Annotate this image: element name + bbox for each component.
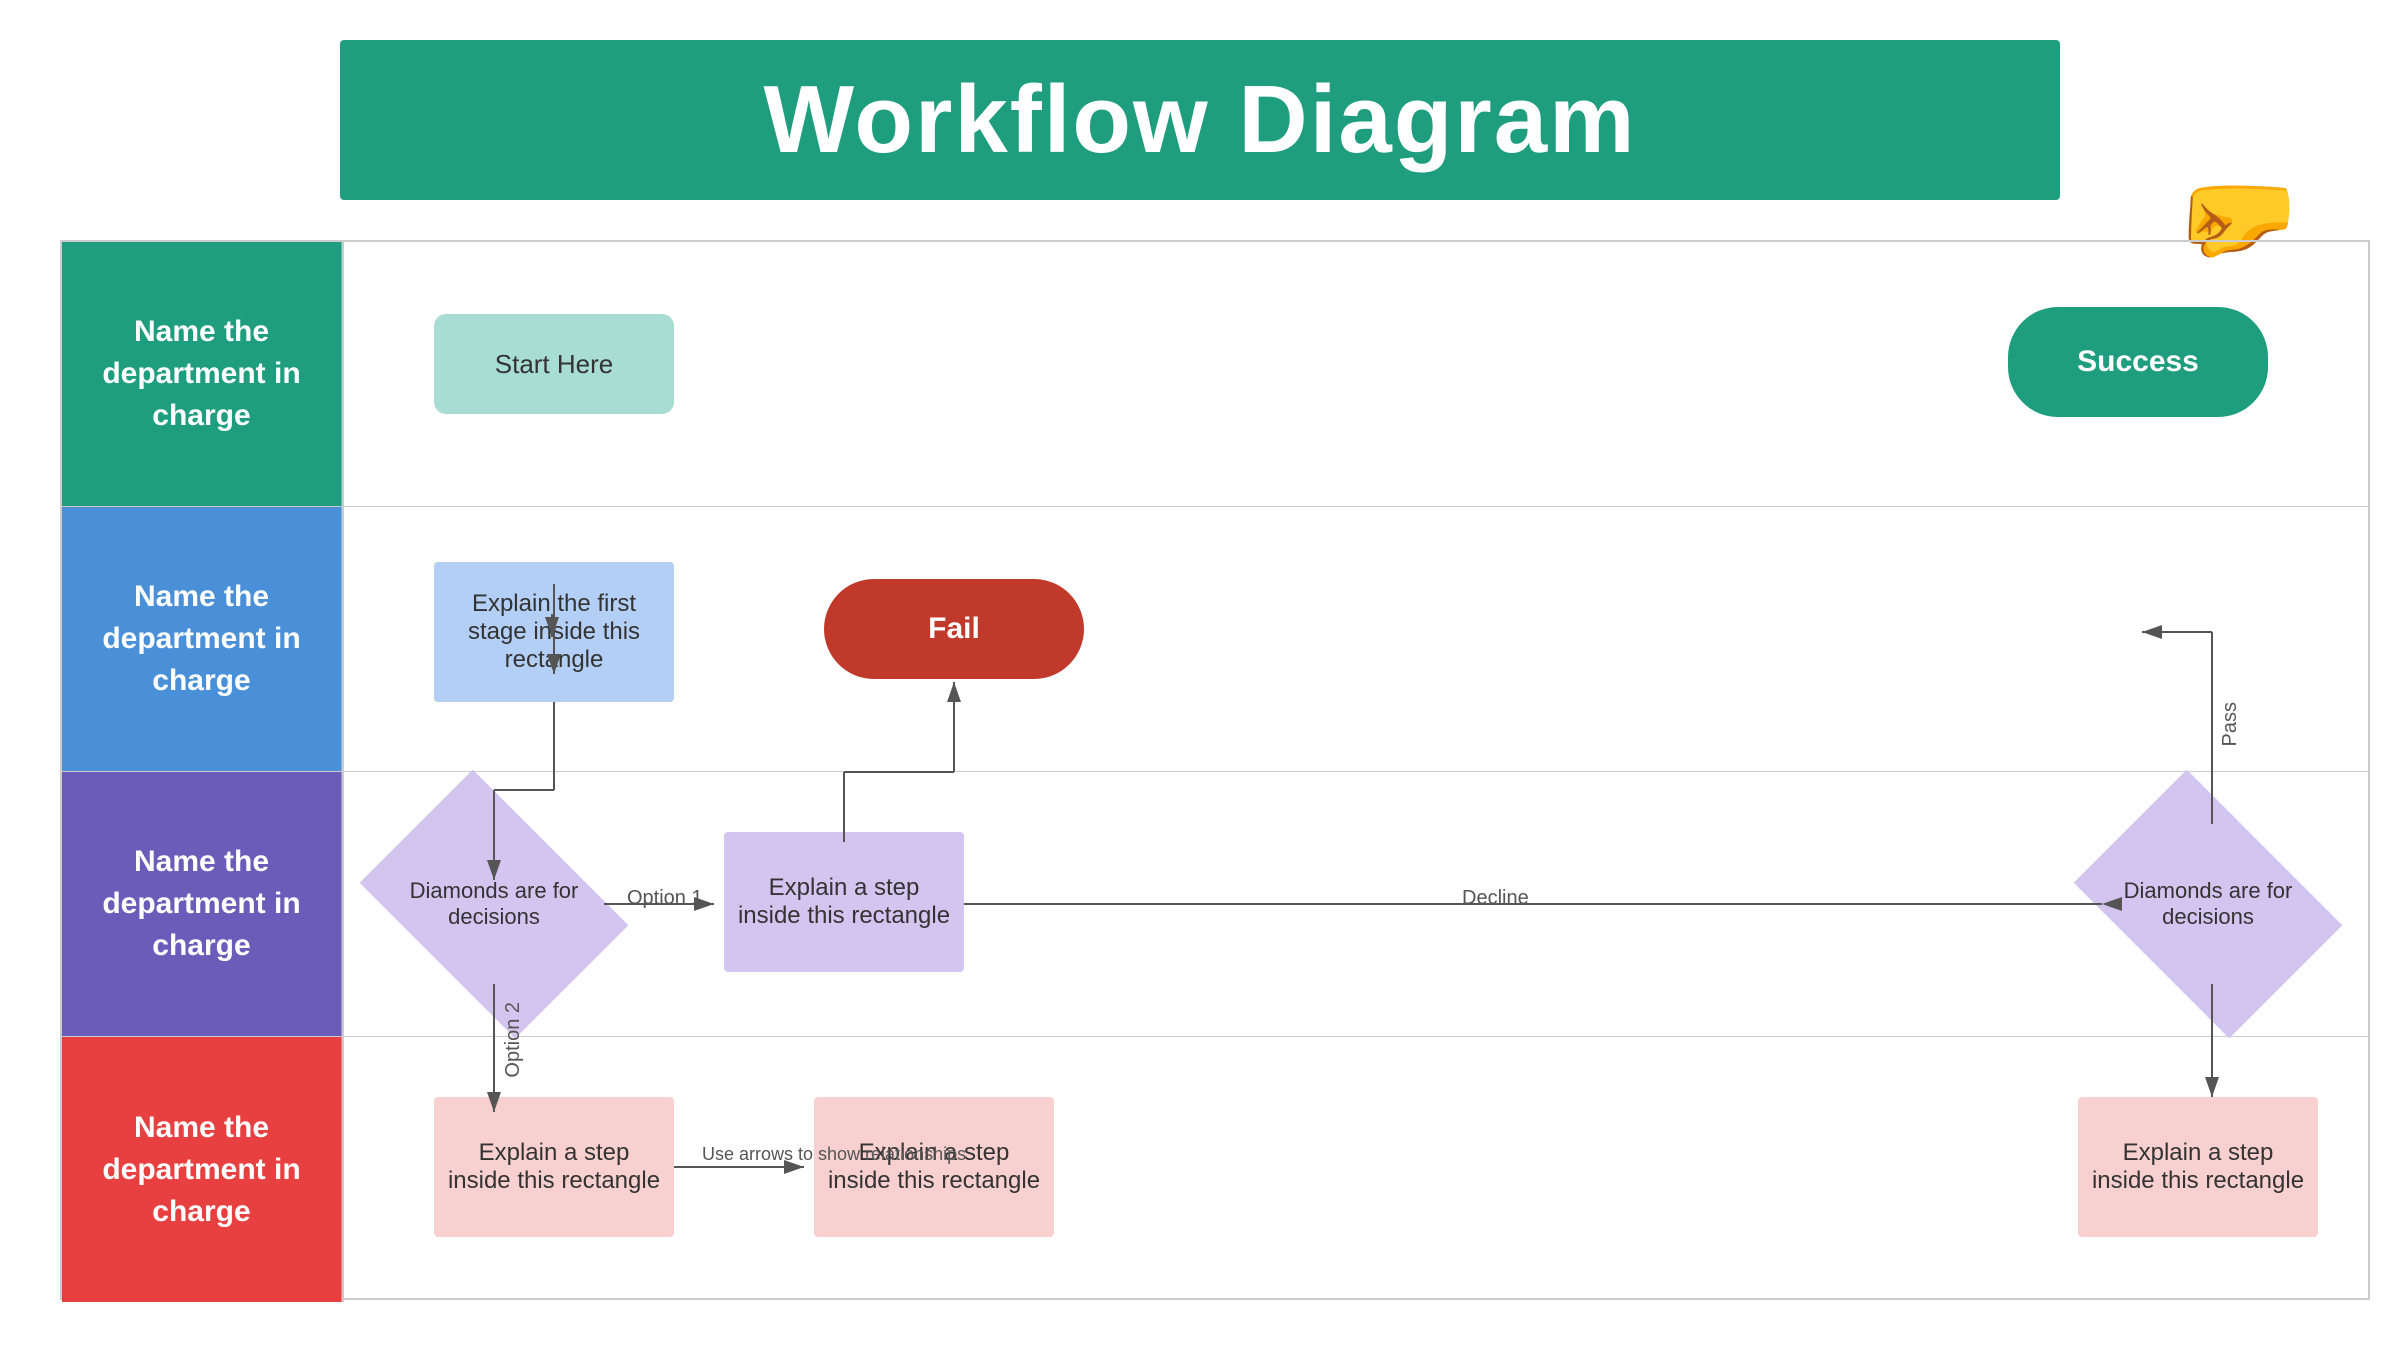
step-rect-1: Explain a step inside this rectangle bbox=[724, 832, 964, 972]
step-pink-3: Explain a step inside this rectangle bbox=[2078, 1097, 2318, 1237]
start-here-shape: Start Here bbox=[434, 314, 674, 414]
diamond-2-wrapper: Diamonds are fordecisions bbox=[2088, 814, 2328, 994]
step-pink-1: Explain a step inside this rectangle bbox=[434, 1097, 674, 1237]
lane-3-label: Name thedepartment in charge bbox=[62, 772, 342, 1036]
pass-label: Pass bbox=[2219, 702, 2242, 746]
lane-2-label: Name thedepartment in charge bbox=[62, 507, 342, 771]
lane-1-label: Name thedepartment in charge bbox=[62, 242, 342, 506]
lane-4-label: Name thedepartment in charge bbox=[62, 1037, 342, 1302]
lane-1: Name thedepartment in charge Start Here … bbox=[62, 242, 2368, 507]
lane-3: Name thedepartment in charge Diamonds ar… bbox=[62, 772, 2368, 1037]
fail-shape: Fail bbox=[824, 579, 1084, 679]
step-pink-2: Explain a step inside this rectangle bbox=[814, 1097, 1054, 1237]
option2-label: Option 2 bbox=[502, 1002, 525, 1078]
lane-4: Name thedepartment in charge Explain a s… bbox=[62, 1037, 2368, 1302]
diamond-2 bbox=[2074, 770, 2343, 1039]
page-wrapper: Workflow Diagram 🤜 Name thedepartment in… bbox=[0, 0, 2400, 1350]
use-arrows-label: Use arrows to show relationships bbox=[702, 1144, 966, 1165]
lane-2: Name thedepartment in charge Explain the… bbox=[62, 507, 2368, 772]
first-stage-rect: Explain the first stage inside this rect… bbox=[434, 562, 674, 702]
diamond-1-wrapper: Diamonds are fordecisions bbox=[374, 814, 614, 994]
diagram-container: Name thedepartment in charge Start Here … bbox=[60, 240, 2370, 1300]
lane-1-content: Start Here Success bbox=[342, 242, 2368, 506]
decline-label: Decline bbox=[1462, 887, 1529, 910]
success-shape: Success bbox=[2008, 307, 2268, 417]
lane-4-content: Explain a step inside this rectangle Exp… bbox=[342, 1037, 2368, 1302]
lane-2-content: Explain the first stage inside this rect… bbox=[342, 507, 2368, 771]
diamond-1 bbox=[360, 770, 629, 1039]
page-title: Workflow Diagram bbox=[763, 65, 1636, 175]
title-banner: Workflow Diagram bbox=[340, 40, 2060, 200]
option1-label: Option 1 bbox=[627, 887, 703, 910]
